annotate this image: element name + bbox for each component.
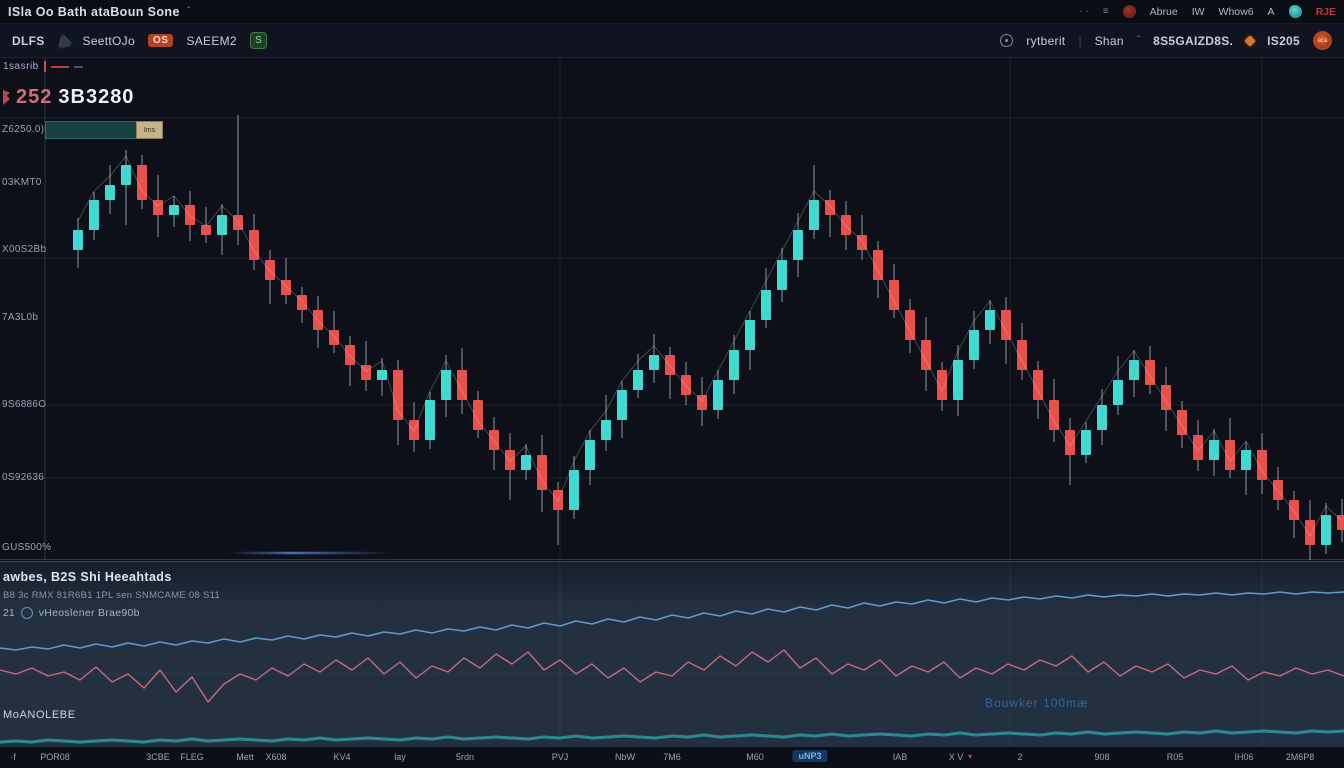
price-axis-label: Z6250.0) (2, 124, 44, 135)
time-tick: M60 (746, 752, 764, 762)
divider: | (1078, 34, 1081, 48)
user-avatar-icon[interactable] (1000, 34, 1013, 47)
time-axis[interactable]: ·f POR08 3CBE FLEG Mett X608 KV4 lay 5rdn PVJ NbW 7… (0, 746, 1344, 768)
time-tick: 5rdn (456, 752, 474, 762)
watermark-label: Bouwker 100mæ (985, 696, 1089, 710)
price-axis-label: 0S92636 (2, 472, 44, 483)
time-tick: KV4 (333, 752, 350, 762)
time-tick: X V (949, 752, 964, 762)
time-tick: NbW (615, 752, 635, 762)
last-price-readout: 252 3B3280 (3, 86, 134, 109)
legend-dash-icon (51, 66, 69, 68)
bird-icon[interactable] (1289, 5, 1302, 18)
titlebar: ISla Oo Bath ataBoun Sone ˇ · · ≡ Abrue … (0, 0, 1344, 24)
menu-item-a[interactable]: A (1268, 6, 1275, 18)
window-title: ISla Oo Bath ataBoun Sone (8, 5, 180, 19)
indicator-period: 21 (3, 607, 15, 619)
zone-price-tag: Ims (136, 121, 163, 139)
indicator-panel[interactable]: awbes, B2S Shi Heeahtads B8 3c RMX 81R6B… (0, 561, 1344, 746)
price-axis-label: X00S2Bb (2, 244, 46, 255)
legend-dim-dash-icon (74, 66, 83, 68)
menu-item-iw[interactable]: IW (1192, 6, 1205, 18)
price-axis-label: 7A3L0b (2, 312, 38, 323)
cursor-tool-icon[interactable] (56, 34, 70, 48)
price-axis-label: 9S6886O (2, 399, 46, 410)
settings-button[interactable]: SeettOJo (83, 34, 135, 48)
corner-label: RJE (1316, 6, 1336, 18)
time-tick: IAB (893, 752, 908, 762)
legend-marker-icon (44, 61, 47, 72)
time-tick: 7M6 (663, 752, 681, 762)
snapshot-icon[interactable]: S (250, 32, 267, 49)
time-tick: 908 (1094, 752, 1109, 762)
user-menu[interactable]: rytberit (1026, 34, 1065, 48)
flame-icon (1244, 35, 1255, 46)
time-tick: 3CBE (146, 752, 170, 762)
candlestick-canvas[interactable] (0, 58, 1344, 560)
indicator-params[interactable]: 21 vHeoslener Brae90b (3, 607, 140, 619)
mid-oscillator-line (0, 650, 1344, 702)
time-tick: IH06 (1234, 752, 1253, 762)
time-tick: X608 (265, 752, 286, 762)
time-tick: lay (394, 752, 406, 762)
price-flag-icon (3, 90, 10, 105)
indicator-title: awbes, B2S Shi Heeahtads (3, 570, 172, 584)
account-id-label: 8S5GAIZD8S. (1153, 34, 1233, 48)
alert-badge[interactable]: OS (148, 34, 173, 47)
chart-legend[interactable]: 1sasrib (3, 61, 83, 72)
indicators-button[interactable]: SAEEM2 (186, 34, 237, 48)
menu-item-whow[interactable]: Whow6 (1219, 6, 1254, 18)
time-tick: POR08 (40, 752, 70, 762)
highlight-line (228, 552, 390, 554)
time-tick: 2M6P8 (1286, 752, 1315, 762)
price-suffix: 3B3280 (58, 86, 134, 109)
share-button[interactable]: Shan (1095, 34, 1124, 48)
chevron-down-icon[interactable]: ˇ (187, 6, 190, 17)
time-tick: FLEG (180, 752, 204, 762)
time-tick: ▾ (968, 752, 972, 761)
indicator-subtitle: B8 3c RMX 81R6B1 1PL sen SNMCAME 08 S11 (3, 590, 220, 601)
time-tick: PVJ (552, 752, 569, 762)
price-prefix: 252 (16, 86, 52, 109)
trading-app-window: ISla Oo Bath ataBoun Sone ˇ · · ≡ Abrue … (0, 0, 1344, 768)
price-axis-label: 03KMT0 (2, 177, 42, 188)
time-tick: R05 (1167, 752, 1184, 762)
legend-label: 1sasrib (3, 61, 39, 72)
dots-icon[interactable]: · · (1079, 6, 1088, 17)
indicator-side-label: MoANOLEBE (3, 709, 76, 721)
toolbar: DLFS SeettOJo OS SAEEM2 S rytberit | Sha… (0, 24, 1344, 58)
menu-item-abrue[interactable]: Abrue (1150, 6, 1178, 18)
streak-count: IS205 (1267, 34, 1300, 48)
eye-icon[interactable] (21, 607, 33, 619)
publish-button[interactable]: aca (1313, 31, 1332, 50)
menu-icon[interactable]: ≡ (1103, 6, 1109, 17)
time-tick-active: uNP3 (792, 750, 827, 762)
time-tick: Mett (236, 752, 254, 762)
main-chart[interactable]: 1sasrib 252 3B3280 Ims Z6250.0) 03KMT0 X00… (0, 58, 1344, 560)
price-axis-label: GUS500% (2, 542, 51, 553)
symbol-button[interactable]: DLFS (12, 34, 45, 48)
time-tick: ·f (10, 752, 16, 762)
lower-baseline-line (0, 731, 1344, 742)
record-icon[interactable] (1123, 5, 1136, 18)
time-tick: 2 (1017, 752, 1022, 762)
chevron-down-icon[interactable]: ˇ (1137, 35, 1140, 46)
indicator-source-label: vHeoslener Brae90b (39, 607, 140, 619)
